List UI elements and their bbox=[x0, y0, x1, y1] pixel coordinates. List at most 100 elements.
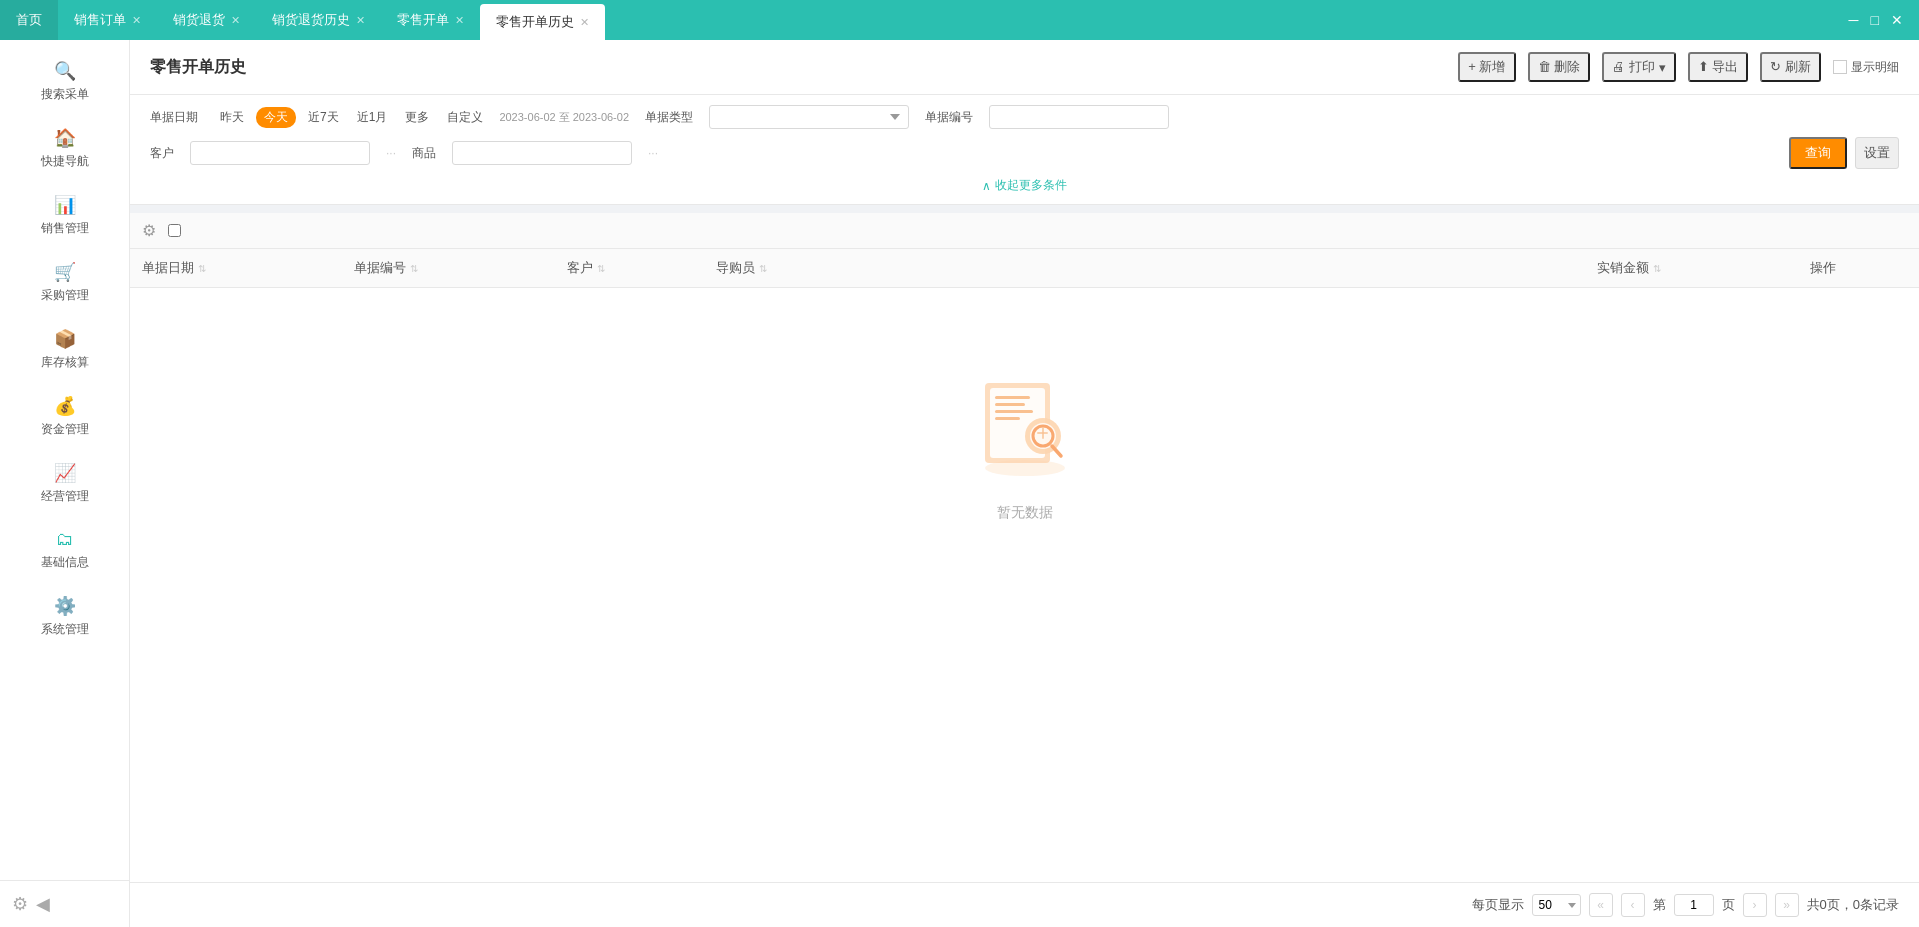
tab-sales-order-label: 销售订单 bbox=[74, 11, 126, 29]
print-dropdown-icon[interactable]: ▾ bbox=[1659, 60, 1666, 75]
doc-type-select[interactable] bbox=[709, 105, 909, 129]
window-minimize-btn[interactable]: ─ bbox=[1849, 12, 1859, 28]
page-title: 零售开单历史 bbox=[150, 57, 246, 78]
sidebar-item-quick-nav-label: 快捷导航 bbox=[41, 153, 89, 170]
sidebar-item-finance[interactable]: 💰 资金管理 bbox=[0, 383, 129, 450]
add-button[interactable]: + 新增 bbox=[1458, 52, 1515, 82]
tab-home[interactable]: 首页 bbox=[0, 0, 58, 40]
settings-bottom-icon[interactable]: ⚙ bbox=[12, 893, 28, 915]
sidebar-item-sales[interactable]: 📊 销售管理 bbox=[0, 182, 129, 249]
filter-row-1: 单据日期 昨天 今天 近7天 近1月 更多 自定义 2023-06-02 至 2… bbox=[150, 105, 1899, 129]
sidebar-item-quick-nav[interactable]: 🏠 快捷导航 bbox=[0, 115, 129, 182]
tab-sales-return[interactable]: 销货退货 ✕ bbox=[157, 0, 256, 40]
sidebar-item-system[interactable]: ⚙️ 系统管理 bbox=[0, 583, 129, 650]
table-settings-icon[interactable]: ⚙ bbox=[142, 221, 156, 240]
date-btn-custom[interactable]: 自定义 bbox=[441, 107, 489, 128]
doc-number-input[interactable] bbox=[989, 105, 1169, 129]
tab-sales-return-label: 销货退货 bbox=[173, 11, 225, 29]
page-suffix-label: 页 bbox=[1722, 896, 1735, 914]
tab-sales-return-close[interactable]: ✕ bbox=[231, 14, 240, 27]
sidebar-item-system-label: 系统管理 bbox=[41, 621, 89, 638]
next-page-btn[interactable]: › bbox=[1743, 893, 1767, 917]
col-salesperson[interactable]: 导购员 ⇅ bbox=[704, 249, 885, 288]
sidebar-item-basic-info[interactable]: 🗂 基础信息 bbox=[0, 517, 129, 583]
select-all-checkbox[interactable] bbox=[168, 224, 181, 237]
sort-amount-icon[interactable]: ⇅ bbox=[1653, 263, 1661, 274]
empty-state: 暂无数据 bbox=[130, 288, 1919, 602]
tab-sales-order[interactable]: 销售订单 ✕ bbox=[58, 0, 157, 40]
tab-sales-return-history[interactable]: 销货退货历史 ✕ bbox=[256, 0, 381, 40]
date-btn-last-month[interactable]: 近1月 bbox=[351, 107, 394, 128]
empty-state-row: 暂无数据 bbox=[130, 288, 1919, 603]
date-btn-more[interactable]: 更多 bbox=[399, 107, 435, 128]
page-number-input[interactable]: 1 bbox=[1674, 894, 1714, 916]
data-table: 单据日期 ⇅ 单据编号 ⇅ 客户 ⇅ 导购员 bbox=[130, 249, 1919, 602]
date-btn-yesterday[interactable]: 昨天 bbox=[214, 107, 250, 128]
date-range-display: 2023-06-02 至 2023-06-02 bbox=[499, 110, 629, 125]
tab-retail-open-history-label: 零售开单历史 bbox=[496, 13, 574, 31]
tab-retail-open-history-close[interactable]: ✕ bbox=[580, 16, 589, 29]
customer-ellipsis: ··· bbox=[386, 146, 396, 160]
add-label: + 新增 bbox=[1468, 58, 1505, 76]
sidebar-bottom: ⚙ ◀ bbox=[0, 880, 129, 927]
collapse-sidebar-icon[interactable]: ◀ bbox=[36, 893, 50, 915]
sidebar-item-search[interactable]: 🔍 搜索采单 bbox=[0, 48, 129, 115]
svg-rect-3 bbox=[995, 396, 1030, 399]
col-amount[interactable] bbox=[885, 249, 1585, 288]
delete-button[interactable]: 🗑 删除 bbox=[1528, 52, 1591, 82]
per-page-select[interactable]: 10 20 50 100 bbox=[1532, 894, 1581, 916]
sidebar-item-inventory[interactable]: 📦 库存核算 bbox=[0, 316, 129, 383]
tab-retail-open-history[interactable]: 零售开单历史 ✕ bbox=[480, 4, 605, 40]
window-close-btn[interactable]: ✕ bbox=[1891, 12, 1903, 28]
sort-number-icon[interactable]: ⇅ bbox=[410, 263, 418, 274]
svg-rect-6 bbox=[995, 417, 1020, 420]
col-date[interactable]: 单据日期 ⇅ bbox=[130, 249, 342, 288]
table-toolbar: ⚙ bbox=[130, 213, 1919, 249]
tab-sales-return-history-close[interactable]: ✕ bbox=[356, 14, 365, 27]
tab-retail-open-close[interactable]: ✕ bbox=[455, 14, 464, 27]
col-amount-label[interactable]: 实销金额 ⇅ bbox=[1585, 249, 1797, 288]
refresh-button[interactable]: ↻ 刷新 bbox=[1760, 52, 1821, 82]
total-info: 共0页，0条记录 bbox=[1807, 896, 1899, 914]
sort-date-icon[interactable]: ⇅ bbox=[198, 263, 206, 274]
search-icon: 🔍 bbox=[54, 60, 76, 82]
settings-filter-button[interactable]: 设置 bbox=[1855, 137, 1899, 169]
prev-page-btn[interactable]: ‹ bbox=[1621, 893, 1645, 917]
tab-retail-open[interactable]: 零售开单 ✕ bbox=[381, 0, 480, 40]
sort-customer-icon[interactable]: ⇅ bbox=[597, 263, 605, 274]
date-filter-label: 单据日期 bbox=[150, 109, 198, 126]
print-button[interactable]: 🖨 打印 ▾ bbox=[1602, 52, 1676, 82]
window-maximize-btn[interactable]: □ bbox=[1871, 12, 1879, 28]
collapse-filter-btn[interactable]: ∧ 收起更多条件 bbox=[982, 177, 1067, 194]
doc-type-label: 单据类型 bbox=[645, 109, 693, 126]
system-icon: ⚙️ bbox=[54, 595, 76, 617]
show-detail-checkbox[interactable] bbox=[1833, 60, 1847, 74]
sidebar-item-operations[interactable]: 📈 经营管理 bbox=[0, 450, 129, 517]
col-customer[interactable]: 客户 ⇅ bbox=[555, 249, 704, 288]
refresh-label: ↻ 刷新 bbox=[1770, 58, 1811, 76]
page-header: 零售开单历史 + 新增 🗑 删除 🖨 打印 ▾ ⬆ 导出 ↻ 刷新 bbox=[130, 40, 1919, 95]
page-prefix-label: 第 bbox=[1653, 896, 1666, 914]
first-page-btn[interactable]: « bbox=[1589, 893, 1613, 917]
col-number[interactable]: 单据编号 ⇅ bbox=[342, 249, 554, 288]
header-actions: + 新增 🗑 删除 🖨 打印 ▾ ⬆ 导出 ↻ 刷新 显示明细 bbox=[1458, 52, 1899, 82]
customer-input[interactable] bbox=[190, 141, 370, 165]
empty-state-illustration bbox=[965, 368, 1085, 488]
sidebar-item-basic-info-label: 基础信息 bbox=[41, 554, 89, 571]
main-layout: 🔍 搜索采单 🏠 快捷导航 📊 销售管理 🛒 采购管理 📦 库存核算 💰 资金管… bbox=[0, 40, 1919, 927]
export-button[interactable]: ⬆ 导出 bbox=[1688, 52, 1749, 82]
date-btn-last7[interactable]: 近7天 bbox=[302, 107, 345, 128]
sort-salesperson-icon[interactable]: ⇅ bbox=[759, 263, 767, 274]
top-tabbar: 首页 销售订单 ✕ 销货退货 ✕ 销货退货历史 ✕ 零售开单 ✕ 零售开单历史 … bbox=[0, 0, 1919, 40]
date-btn-today[interactable]: 今天 bbox=[256, 107, 296, 128]
show-detail-label: 显示明细 bbox=[1833, 59, 1899, 76]
last-page-btn[interactable]: » bbox=[1775, 893, 1799, 917]
filter-bar: 单据日期 昨天 今天 近7天 近1月 更多 自定义 2023-06-02 至 2… bbox=[130, 95, 1919, 205]
product-input[interactable] bbox=[452, 141, 632, 165]
tab-sales-order-close[interactable]: ✕ bbox=[132, 14, 141, 27]
tab-home-label: 首页 bbox=[16, 11, 42, 29]
sidebar-item-purchase[interactable]: 🛒 采购管理 bbox=[0, 249, 129, 316]
query-button[interactable]: 查询 bbox=[1789, 137, 1847, 169]
sales-icon: 📊 bbox=[54, 194, 76, 216]
doc-number-label: 单据编号 bbox=[925, 109, 973, 126]
